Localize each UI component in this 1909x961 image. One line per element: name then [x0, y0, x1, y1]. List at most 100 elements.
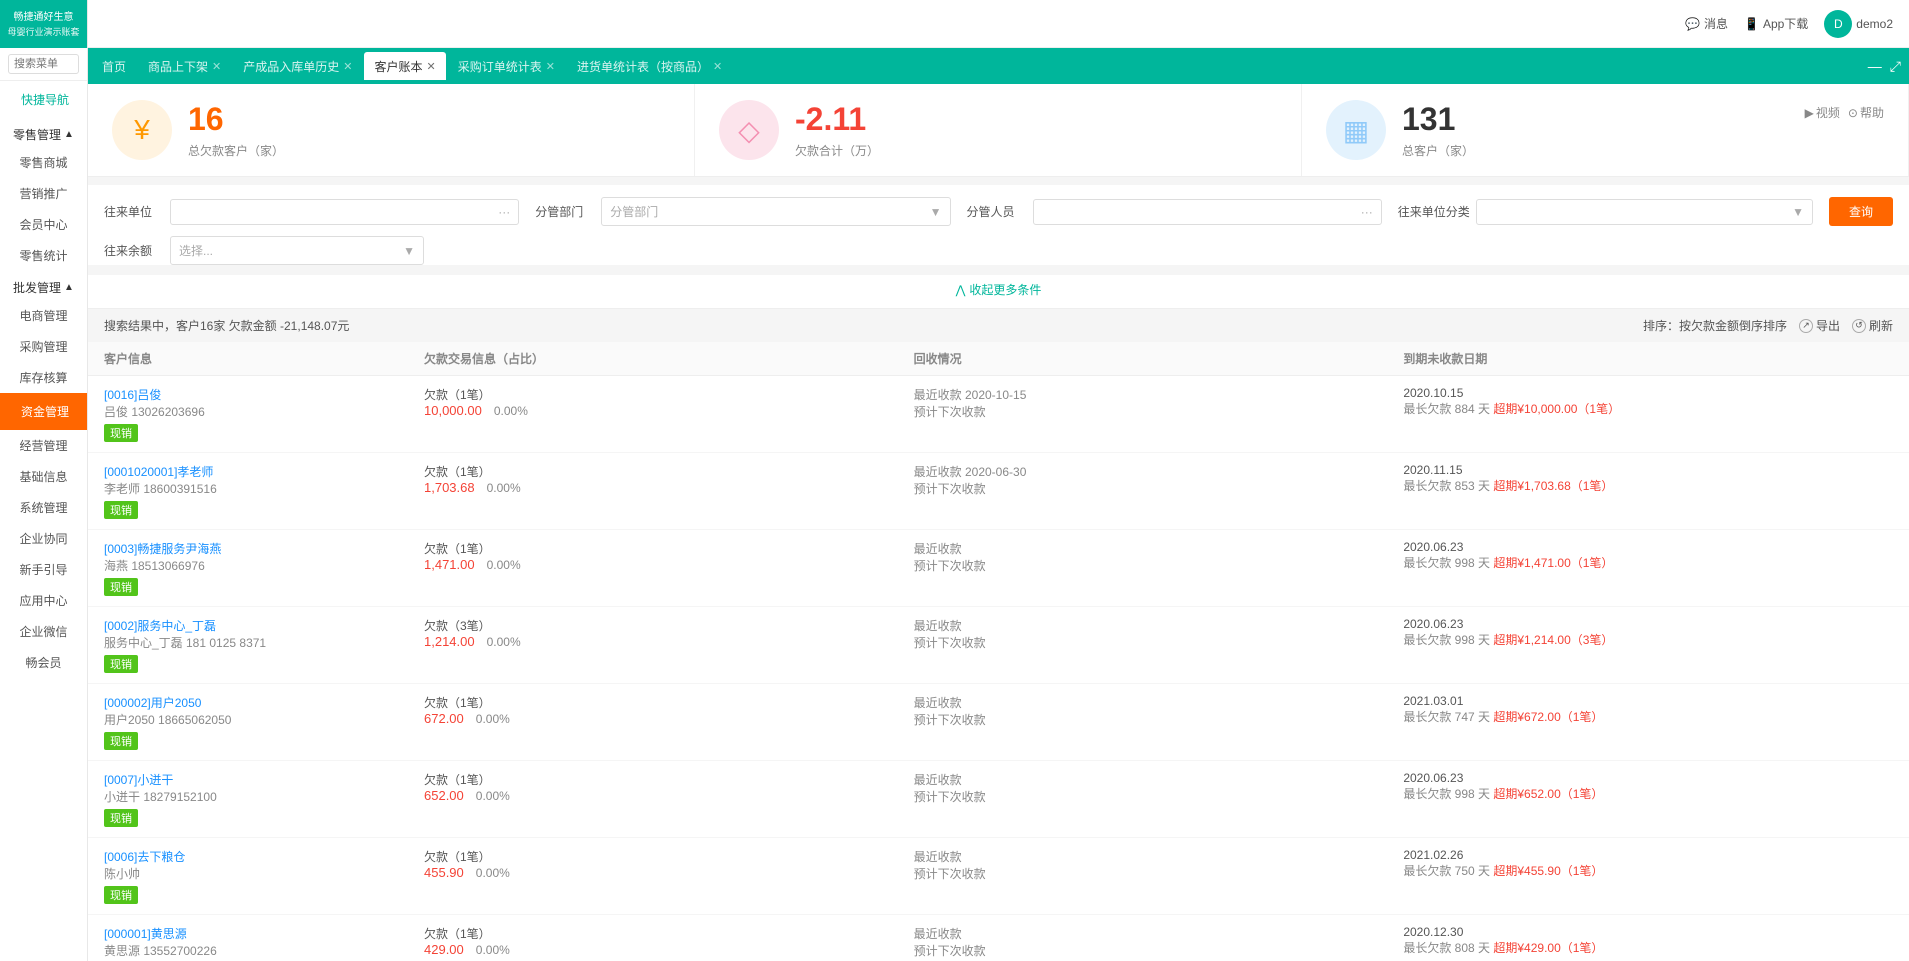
- sidebar-item-basic[interactable]: 基础信息: [0, 461, 87, 492]
- sidebar-item-member[interactable]: 会员中心: [0, 209, 87, 240]
- tab-product-status-close[interactable]: ✕: [212, 60, 221, 73]
- customer-name-2[interactable]: [0003]畅捷服务尹海燕: [104, 542, 221, 556]
- sidebar-item-system[interactable]: 系统管理: [0, 492, 87, 523]
- video-button[interactable]: ▶ 视频: [1805, 104, 1840, 121]
- tab-purchase-order-close[interactable]: ✕: [546, 60, 555, 73]
- tab-home[interactable]: 首页: [92, 52, 136, 80]
- overdue-amount-7[interactable]: 超期¥429.00（1笔）: [1493, 941, 1603, 955]
- help-label: 帮助: [1860, 104, 1884, 121]
- collapse-label: 收起更多条件: [969, 281, 1041, 298]
- overdue-amount-2[interactable]: 超期¥1,471.00（1笔）: [1493, 556, 1613, 570]
- tab-minimize-button[interactable]: —: [1868, 58, 1882, 75]
- debt-count-1: 欠款（1笔）: [424, 463, 914, 480]
- query-button[interactable]: 查询: [1829, 197, 1893, 226]
- customer-name-7[interactable]: [000001]黄思源: [104, 927, 187, 941]
- collection-info-6: 最近收款 预计下次收款: [914, 848, 1404, 882]
- table: 客户信息 欠款交易信息（占比） 回收情况 到期未收款日期 [0016]吕俊 吕俊…: [88, 342, 1909, 961]
- tab-inbound-stats-label: 进货单统计表（按商品）: [577, 58, 709, 75]
- app-download-button[interactable]: 📱 App下载: [1744, 15, 1808, 32]
- debt-ratio-6: 0.00%: [476, 866, 510, 880]
- debt-count-2: 欠款（1笔）: [424, 540, 914, 557]
- due-info-6: 2021.02.26 最长欠款 750 天 超期¥455.90（1笔）: [1403, 848, 1893, 879]
- sidebar-item-enterprise[interactable]: 企业协同: [0, 523, 87, 554]
- tab-product-status[interactable]: 商品上下架 ✕: [138, 52, 231, 80]
- balance-dropdown[interactable]: 选择... ▼: [170, 236, 424, 265]
- tab-expand-button[interactable]: ⤢: [1890, 58, 1901, 75]
- refresh-label: 刷新: [1869, 317, 1893, 334]
- filter-balance: 往来余额 选择... ▼: [104, 236, 424, 265]
- sidebar-item-ecommerce[interactable]: 电商管理: [0, 300, 87, 331]
- sidebar-item-quick-nav[interactable]: 快捷导航: [0, 81, 87, 118]
- sidebar-item-finance[interactable]: 资金管理: [0, 393, 87, 430]
- username: demo2: [1856, 17, 1893, 31]
- video-icon: ▶: [1805, 106, 1814, 120]
- stat-value-total-customers: 131: [1402, 101, 1789, 138]
- collapse-button[interactable]: ⋀ 收起更多条件: [88, 275, 1909, 309]
- refresh-button[interactable]: ↺ 刷新: [1852, 317, 1893, 334]
- unit-category-dropdown[interactable]: ▼: [1476, 199, 1813, 225]
- source-unit-label: 往来单位: [104, 203, 164, 220]
- overdue-amount-3[interactable]: 超期¥1,214.00（3笔）: [1493, 633, 1613, 647]
- sidebar-item-marketing[interactable]: 营销推广: [0, 178, 87, 209]
- due-date-4: 2021.03.01: [1403, 694, 1893, 708]
- overdue-amount-1[interactable]: 超期¥1,703.68（1笔）: [1493, 479, 1613, 493]
- table-row: [0007]小迸干 小迸干 18279152100 现销 欠款（1笔） 652.…: [88, 761, 1909, 838]
- debt-ratio-0: 0.00%: [494, 404, 528, 418]
- tab-customer-account-label: 客户账本: [374, 58, 422, 75]
- customer-phone-1: 李老师 18600391516: [104, 480, 424, 497]
- overdue-days-1: 最长欠款 853 天: [1403, 479, 1490, 493]
- tab-customer-account-close[interactable]: ✕: [427, 60, 436, 73]
- debt-count-0: 欠款（1笔）: [424, 386, 914, 403]
- col-customer-info: 客户信息: [104, 350, 424, 367]
- sidebar-item-retail-stats[interactable]: 零售统计: [0, 240, 87, 271]
- customer-name-1[interactable]: [0001020001]孝老师: [104, 465, 213, 479]
- export-button[interactable]: ↗ 导出: [1799, 317, 1840, 334]
- debt-count-5: 欠款（1笔）: [424, 771, 914, 788]
- sidebar-item-purchase[interactable]: 采购管理: [0, 331, 87, 362]
- tab-inbound-stats-close[interactable]: ✕: [713, 60, 722, 73]
- customer-name-3[interactable]: [0002]服务中心_丁磊: [104, 619, 216, 633]
- content-area: ¥ 16 总欠款客户（家） ◇ -2.11 欠款合计（万） ▦ 131 总客户（…: [88, 84, 1909, 961]
- customer-name-4[interactable]: [000002]用户2050: [104, 696, 201, 710]
- balance-placeholder: 选择...: [179, 242, 213, 259]
- stat-icon-total: ▦: [1326, 100, 1386, 160]
- tab-product-history-close[interactable]: ✕: [343, 60, 352, 73]
- tab-product-history[interactable]: 产成品入库单历史 ✕: [233, 52, 362, 80]
- overdue-amount-5[interactable]: 超期¥652.00（1笔）: [1493, 787, 1603, 801]
- source-unit-input[interactable]: ···: [170, 199, 519, 225]
- retail-label: 零售管理: [13, 126, 61, 143]
- due-info-0: 2020.10.15 最长欠款 884 天 超期¥10,000.00（1笔）: [1403, 386, 1893, 417]
- sidebar-item-retail[interactable]: 零售管理 ▲: [0, 118, 87, 147]
- sidebar-item-retail-mall[interactable]: 零售商城: [0, 147, 87, 178]
- sidebar-item-apps[interactable]: 应用中心: [0, 585, 87, 616]
- customer-name-6[interactable]: [0006]去下粮仓: [104, 850, 185, 864]
- due-date-7: 2020.12.30: [1403, 925, 1893, 939]
- sidebar-item-newbie[interactable]: 新手引导: [0, 554, 87, 585]
- overdue-amount-0[interactable]: 超期¥10,000.00（1笔）: [1493, 402, 1620, 416]
- sidebar-item-vip[interactable]: 畅会员: [0, 647, 87, 678]
- overdue-amount-4[interactable]: 超期¥672.00（1笔）: [1493, 710, 1603, 724]
- stat-icon-debt-amount: ◇: [719, 100, 779, 160]
- sidebar-item-operation[interactable]: 经营管理: [0, 430, 87, 461]
- manager-input[interactable]: ···: [1033, 199, 1382, 225]
- sidebar-item-inventory[interactable]: 库存核算: [0, 362, 87, 393]
- tab-customer-account[interactable]: 客户账本 ✕: [364, 52, 445, 80]
- stat-top-actions: ▶ 视频 ⊙ 帮助: [1805, 100, 1884, 121]
- overdue-amount-6[interactable]: 超期¥455.90（1笔）: [1493, 864, 1603, 878]
- due-date-0: 2020.10.15: [1403, 386, 1893, 400]
- sidebar-item-wecom[interactable]: 企业微信: [0, 616, 87, 647]
- tab-purchase-order[interactable]: 采购订单统计表 ✕: [448, 52, 565, 80]
- menu-search-input[interactable]: [8, 54, 79, 74]
- customer-name-5[interactable]: [0007]小迸干: [104, 773, 173, 787]
- sort-label[interactable]: 排序：按欠款金额倒序排序: [1643, 317, 1787, 334]
- tab-inbound-stats[interactable]: 进货单统计表（按商品） ✕: [567, 52, 732, 80]
- department-dropdown[interactable]: 分管部门 ▼: [601, 197, 950, 226]
- customer-name-0[interactable]: [0016]吕俊: [104, 388, 161, 402]
- col-debt-info: 欠款交易信息（占比）: [424, 350, 914, 367]
- sidebar-item-wholesale[interactable]: 批发管理 ▲: [0, 271, 87, 300]
- help-button[interactable]: ⊙ 帮助: [1848, 104, 1884, 121]
- user-menu[interactable]: D demo2: [1824, 10, 1893, 38]
- chevron-down-icon-cat: ▼: [1792, 205, 1804, 219]
- message-button[interactable]: 💬 消息: [1685, 15, 1728, 32]
- debt-amount-4: 672.00: [424, 711, 464, 726]
